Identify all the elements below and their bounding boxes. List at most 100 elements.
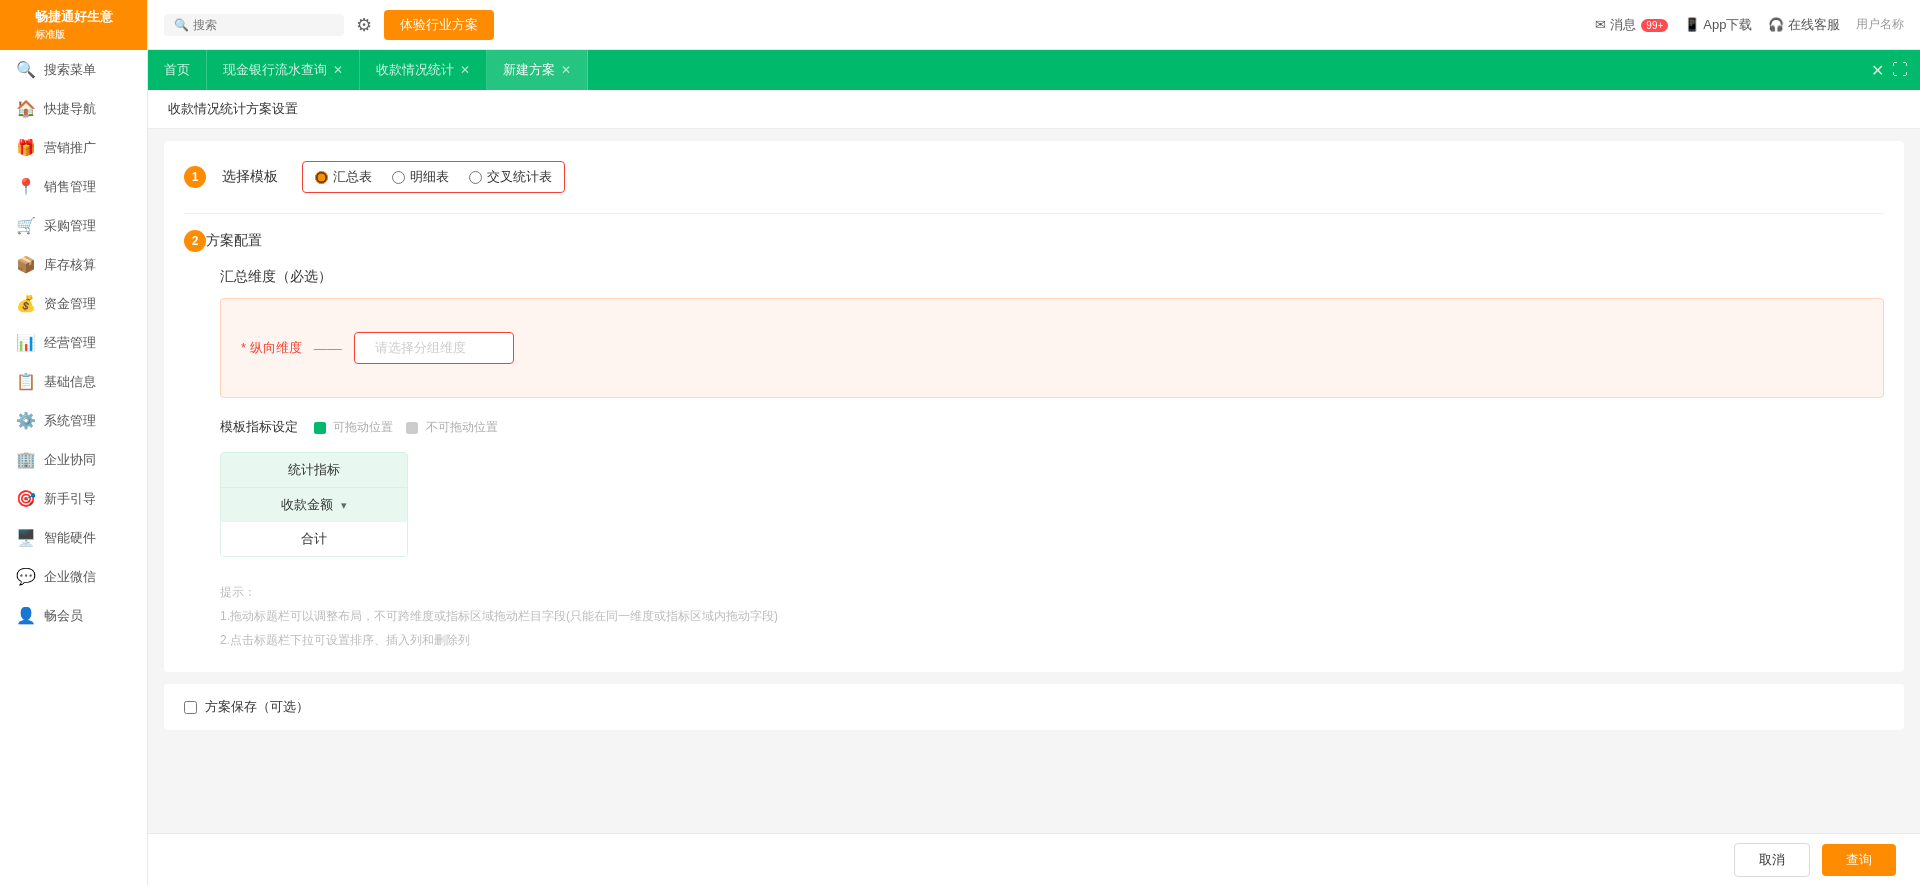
metrics-section: 模板指标设定 可拖动位置 不可拖动位置 统计指标 收款金额	[220, 418, 1884, 652]
online-service-label: 在线客服	[1788, 17, 1840, 32]
draggable-badge	[314, 422, 326, 434]
tab-receipt-stats[interactable]: 收款情况统计 ✕	[360, 50, 487, 90]
step2-label: 方案配置	[206, 232, 262, 250]
metrics-title-text: 模板指标设定	[220, 419, 298, 434]
query-button[interactable]: 查询	[1822, 844, 1896, 876]
step-divider	[184, 213, 1884, 214]
settings-icon[interactable]: ⚙	[356, 14, 372, 36]
sidebar-item-search-menu[interactable]: 🔍 搜索菜单	[0, 50, 147, 89]
metrics-setting-label: 模板指标设定 可拖动位置 不可拖动位置	[220, 418, 1884, 436]
notification-label: 消息	[1610, 17, 1636, 32]
dim-placeholder[interactable]: 请选择分组维度	[354, 332, 514, 364]
tabbar: 首页 现金银行流水查询 ✕ 收款情况统计 ✕ 新建方案 ✕ ✕ ⛶	[148, 50, 1920, 90]
radio-summary-input[interactable]	[315, 171, 328, 184]
dimension-area: * 纵向维度 —— 请选择分组维度	[220, 298, 1884, 398]
sidebar-item-enterprise[interactable]: 🏢 企业协同	[0, 440, 147, 479]
step2-badge: 2	[184, 230, 206, 252]
tab-fullscreen-icon[interactable]: ⛶	[1892, 61, 1908, 79]
dimension-title-text: 汇总维度（必选）	[220, 268, 332, 286]
sidebar-item-basic-info[interactable]: 📋 基础信息	[0, 362, 147, 401]
radio-detail[interactable]: 明细表	[392, 168, 449, 186]
sidebar-item-label: 畅会员	[44, 607, 83, 625]
sidebar-item-label: 企业协同	[44, 451, 96, 469]
topbar-search-box: 🔍	[164, 14, 344, 36]
tab-bank-flow-close[interactable]: ✕	[333, 63, 343, 77]
tab-bank-flow[interactable]: 现金银行流水查询 ✕	[207, 50, 360, 90]
sidebar-item-system[interactable]: ⚙️ 系统管理	[0, 401, 147, 440]
metrics-table-body: 合计	[221, 522, 407, 556]
sidebar-item-finance[interactable]: 💰 资金管理	[0, 284, 147, 323]
sidebar-item-label: 搜索菜单	[44, 61, 96, 79]
sidebar-item-sales[interactable]: 📍 销售管理	[0, 167, 147, 206]
tab-home[interactable]: 首页	[148, 50, 207, 90]
sidebar-item-label: 智能硬件	[44, 529, 96, 547]
sidebar: 畅捷通好生意 标准版 🔍 搜索菜单 🏠 快捷导航 🎁 营销推广 📍 销售管理 🛒…	[0, 0, 148, 885]
notification-item[interactable]: ✉ 消息 99+	[1595, 16, 1668, 34]
dimension-title: 汇总维度（必选）	[220, 268, 1884, 286]
app-download-item[interactable]: 📱 App下载	[1684, 16, 1752, 34]
radio-summary[interactable]: 汇总表	[315, 168, 372, 186]
pin-icon: 📍	[16, 177, 36, 196]
topbar: 🔍 ⚙ 体验行业方案 ✉ 消息 99+ 📱 App下载 🎧 在线客服 用户名称	[148, 0, 1920, 50]
tip-item2: 2.点击标题栏下拉可设置排序、插入列和删除列	[220, 628, 1884, 652]
sidebar-item-label: 采购管理	[44, 217, 96, 235]
metrics-col-header-cell[interactable]: 收款金额 ▾	[221, 488, 407, 522]
cart-icon: 🛒	[16, 216, 36, 235]
form-section: 1 选择模板 汇总表 明细表 交叉统计表	[164, 141, 1904, 672]
radio-cross[interactable]: 交叉统计表	[469, 168, 552, 186]
save-checkbox[interactable]	[184, 701, 197, 714]
tabbar-controls: ✕ ⛶	[1859, 50, 1920, 90]
radio-cross-input[interactable]	[469, 171, 482, 184]
gear-icon: ⚙️	[16, 411, 36, 430]
search-input[interactable]	[193, 18, 333, 32]
tab-new-plan-label: 新建方案	[503, 61, 555, 79]
clipboard-icon: 📋	[16, 372, 36, 391]
tab-new-plan-close[interactable]: ✕	[561, 63, 571, 77]
sidebar-item-label: 系统管理	[44, 412, 96, 430]
draggable-label: 可拖动位置	[333, 420, 393, 434]
sidebar-item-guide[interactable]: 🎯 新手引导	[0, 479, 147, 518]
chat-icon: 💬	[16, 567, 36, 586]
cancel-button[interactable]: 取消	[1734, 843, 1810, 877]
sidebar-item-label: 基础信息	[44, 373, 96, 391]
tab-home-label: 首页	[164, 61, 190, 79]
radio-detail-input[interactable]	[392, 171, 405, 184]
tab-new-plan[interactable]: 新建方案 ✕	[487, 50, 588, 90]
tab-receipt-stats-close[interactable]: ✕	[460, 63, 470, 77]
box-icon: 📦	[16, 255, 36, 274]
username: 用户名称	[1856, 16, 1904, 33]
monitor-icon: 🖥️	[16, 528, 36, 547]
industry-btn[interactable]: 体验行业方案	[384, 10, 494, 40]
save-label: 方案保存（可选）	[205, 698, 309, 716]
radio-detail-label: 明细表	[410, 168, 449, 186]
sidebar-item-marketing[interactable]: 🎁 营销推广	[0, 128, 147, 167]
sidebar-item-label: 企业微信	[44, 568, 96, 586]
metrics-table-header: 统计指标	[221, 453, 407, 487]
sidebar-item-wechat[interactable]: 💬 企业微信	[0, 557, 147, 596]
save-section: 方案保存（可选）	[164, 684, 1904, 730]
sidebar-item-label: 营销推广	[44, 139, 96, 157]
radio-cross-label: 交叉统计表	[487, 168, 552, 186]
tab-close-all-icon[interactable]: ✕	[1871, 61, 1884, 80]
user-icon: 👤	[16, 606, 36, 625]
metrics-col-header: 收款金额 ▾	[221, 487, 407, 522]
message-icon: ✉	[1595, 17, 1606, 32]
sidebar-logo: 畅捷通好生意 标准版	[0, 0, 147, 50]
tab-bank-flow-label: 现金银行流水查询	[223, 61, 327, 79]
non-draggable-badge	[406, 422, 418, 434]
sidebar-item-quick-nav[interactable]: 🏠 快捷导航	[0, 89, 147, 128]
service-icon: 🎧	[1768, 17, 1784, 32]
sidebar-item-label: 销售管理	[44, 178, 96, 196]
sidebar-item-inventory[interactable]: 📦 库存核算	[0, 245, 147, 284]
sidebar-item-hardware[interactable]: 🖥️ 智能硬件	[0, 518, 147, 557]
chevron-down-icon: ▾	[341, 499, 347, 512]
sidebar-item-member[interactable]: 👤 畅会员	[0, 596, 147, 635]
sidebar-item-label: 经营管理	[44, 334, 96, 352]
sidebar-item-operations[interactable]: 📊 经营管理	[0, 323, 147, 362]
sidebar-item-purchase[interactable]: 🛒 采购管理	[0, 206, 147, 245]
main-wrapper: 🔍 ⚙ 体验行业方案 ✉ 消息 99+ 📱 App下载 🎧 在线客服 用户名称 …	[148, 0, 1920, 885]
sidebar-item-label: 资金管理	[44, 295, 96, 313]
tip-title: 提示：	[220, 585, 256, 599]
online-service-item[interactable]: 🎧 在线客服	[1768, 16, 1840, 34]
dimension-section: 汇总维度（必选） * 纵向维度 —— 请选择分组维度	[220, 268, 1884, 398]
